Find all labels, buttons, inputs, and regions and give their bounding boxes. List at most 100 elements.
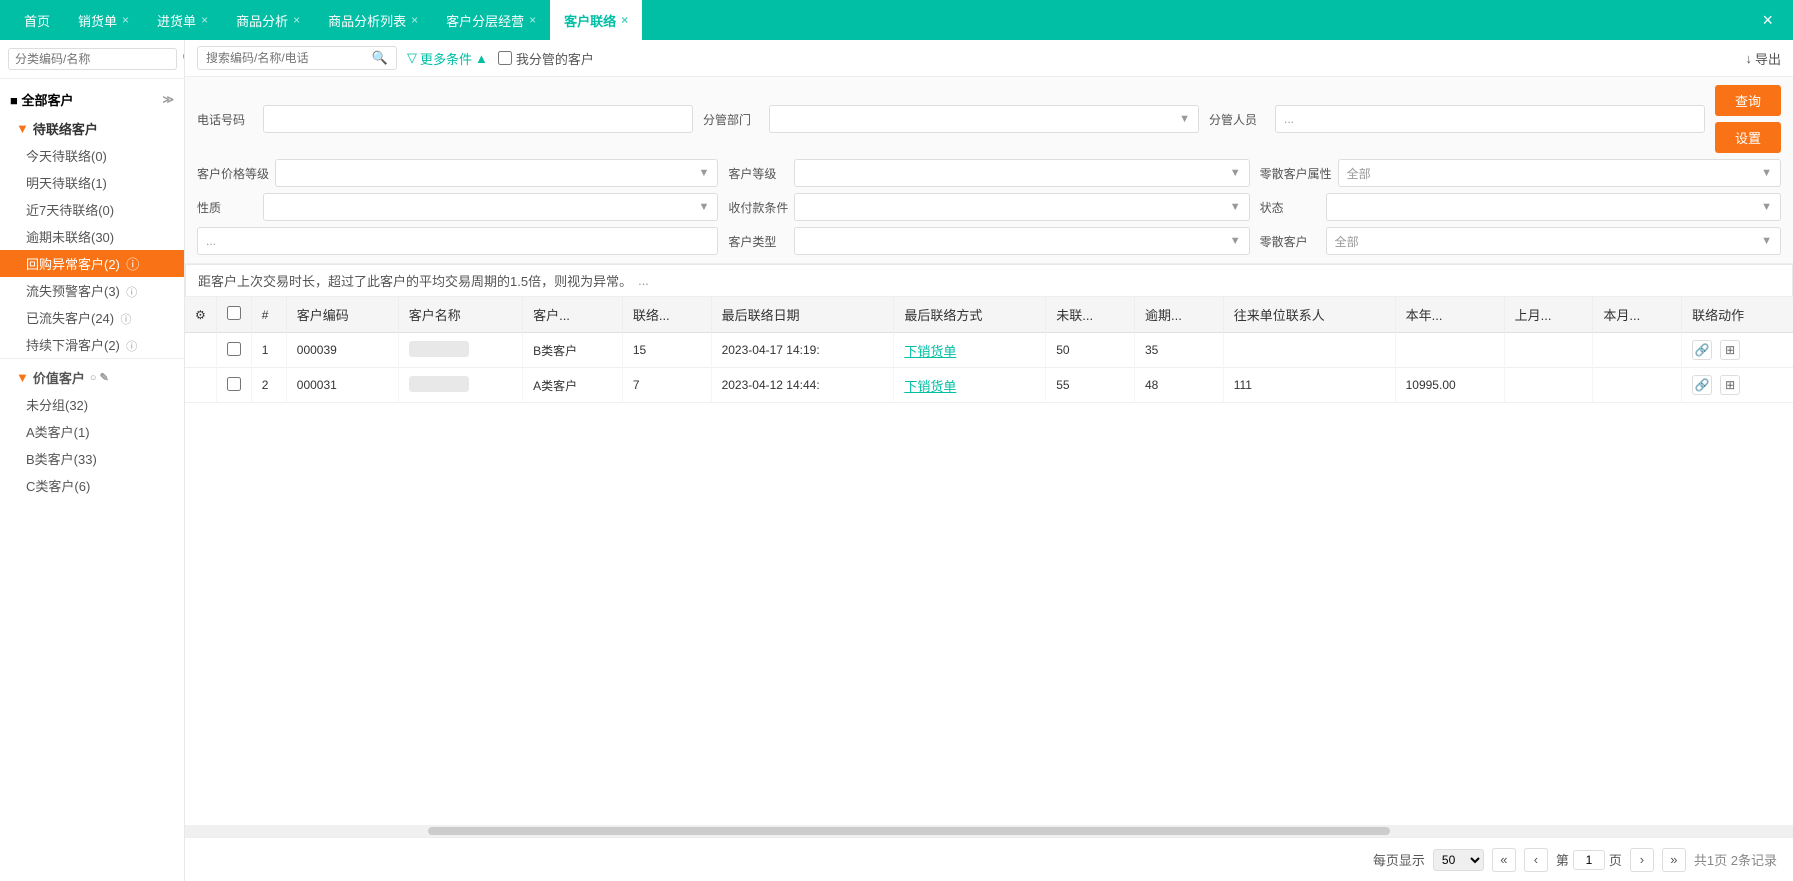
row1-link-icon[interactable]: 🔗 <box>1692 340 1712 360</box>
total-info: 共1页 2条记录 <box>1694 850 1777 869</box>
table-row: 2 000031 A类客户 7 2023-04-12 14:44: 下销货单 5… <box>185 368 1793 403</box>
edit-icon[interactable]: ○ ✎ <box>90 371 109 384</box>
th-this-year: 本年... <box>1395 297 1504 333</box>
sidebar-item-ungrouped[interactable]: 未分组(32) <box>0 391 184 418</box>
row1-select-checkbox[interactable] <box>227 342 241 356</box>
tooltip-more-button[interactable]: ... <box>638 273 649 288</box>
content-area: 🔍 ▽ 更多条件 ▲ 我分管的客户 ↓ 导出 电话号码 <box>185 40 1793 881</box>
chevron-up-icon: ▲ <box>475 51 488 66</box>
sidebar-item-b[interactable]: B类客户(33) <box>0 445 184 472</box>
payment-dropdown[interactable]: ▼ <box>794 193 1249 221</box>
row1-overdue: 35 <box>1134 333 1223 368</box>
sidebar-item-abnormal[interactable]: 回购异常客户(2) ⓘ <box>0 250 184 277</box>
row2-last-method-link[interactable]: 下销货单 <box>904 379 956 394</box>
customer-type-arrow: ▼ <box>1230 235 1241 247</box>
filter-search-input[interactable] <box>206 51 372 65</box>
sidebar-item-lost-warning[interactable]: 流失预警客户(3) ⓘ <box>0 277 184 304</box>
row2-grid-icon[interactable]: ⊞ <box>1720 375 1740 395</box>
close-analysis-list-icon[interactable]: × <box>411 13 418 27</box>
horizontal-scrollbar[interactable] <box>185 825 1793 837</box>
sidebar-item-c[interactable]: C类客户(6) <box>0 472 184 499</box>
filter-more-dots: ... <box>197 227 718 255</box>
table-area[interactable]: ⚙ # 客户编码 客户名称 客户... <box>185 297 1793 825</box>
sidebar-pending-group[interactable]: ▼ 待联络客户 <box>0 115 184 142</box>
manager-input[interactable]: ... <box>1275 105 1705 133</box>
filter-row-3: 性质 ▼ 收付款条件 ▼ 状态 <box>197 193 1781 221</box>
scatter-customer-dropdown[interactable]: 全部 ▼ <box>1326 227 1781 255</box>
filter-search-icon[interactable]: 🔍 <box>372 50 388 66</box>
th-code: 客户编码 <box>286 297 398 333</box>
query-button[interactable]: 查询 <box>1715 85 1781 116</box>
sidebar: 🔍 ■ 全部客户 ≫ ▼ 待联络客户 今天待联络(0) 明天待联络(1) 近7天… <box>0 40 185 881</box>
scrollbar-thumb[interactable] <box>428 827 1390 835</box>
row2-link-icon[interactable]: 🔗 <box>1692 375 1712 395</box>
th-settings[interactable]: ⚙ <box>185 297 216 333</box>
per-page-select[interactable]: 50 20 100 <box>1433 849 1484 871</box>
row1-last-method-link[interactable]: 下销货单 <box>904 344 956 359</box>
row1-grid-icon[interactable]: ⊞ <box>1720 340 1740 360</box>
filter-export-button[interactable]: ↓ 导出 <box>1745 49 1781 68</box>
nature-dropdown[interactable]: ▼ <box>263 193 718 221</box>
tooltip-bar: 距客户上次交易时长，超过了此客户的平均交易周期的1.5倍，则视为异常。 ... <box>185 264 1793 297</box>
sidebar-item-lost[interactable]: 已流失客户(24) ⓘ <box>0 304 184 331</box>
global-close-button[interactable]: × <box>1752 10 1783 31</box>
filter-nature: 性质 ▼ <box>197 193 718 221</box>
nav-customer-tier[interactable]: 客户分层经营 × <box>432 0 550 40</box>
row2-code: 000031 <box>286 368 398 403</box>
close-customer-tier-icon[interactable]: × <box>529 13 536 27</box>
customer-type-dropdown[interactable]: ▼ <box>794 227 1249 255</box>
filter-icon: ▽ <box>407 50 417 66</box>
filter-row-2: 客户价格等级 ▼ 客户等级 ▼ 零散客户属性 全部 <box>197 159 1781 187</box>
sidebar-item-a[interactable]: A类客户(1) <box>0 418 184 445</box>
row2-select-checkbox[interactable] <box>227 377 241 391</box>
more-dots-input[interactable]: ... <box>197 227 718 255</box>
row1-name <box>398 333 522 368</box>
nav-sales[interactable]: 销货单 × <box>64 0 143 40</box>
row2-num: 2 <box>251 368 286 403</box>
table-body: 1 000039 B类客户 15 2023-04-17 14:19: 下销货单 … <box>185 333 1793 403</box>
filter-my-customers: 我分管的客户 <box>498 49 594 68</box>
nav-analysis-list[interactable]: 商品分析列表 × <box>314 0 432 40</box>
sidebar-content: ■ 全部客户 ≫ ▼ 待联络客户 今天待联络(0) 明天待联络(1) 近7天待联… <box>0 79 184 881</box>
scatter-attr-dropdown[interactable]: 全部 ▼ <box>1338 159 1781 187</box>
sidebar-item-tomorrow[interactable]: 明天待联络(1) <box>0 169 184 196</box>
next-page-button[interactable]: › <box>1630 848 1654 872</box>
sidebar-all-customers[interactable]: ■ 全部客户 ≫ <box>0 84 184 115</box>
row2-level: A类客户 <box>523 368 623 403</box>
sidebar-search-input[interactable] <box>8 48 177 70</box>
customer-level-dropdown[interactable]: ▼ <box>794 159 1249 187</box>
price-level-dropdown[interactable]: ▼ <box>275 159 718 187</box>
prev-page-button[interactable]: ‹ <box>1524 848 1548 872</box>
phone-input[interactable] <box>263 105 693 133</box>
select-all-checkbox[interactable] <box>227 306 241 320</box>
sidebar-item-7days[interactable]: 近7天待联络(0) <box>0 196 184 223</box>
nav-home[interactable]: 首页 <box>10 0 64 40</box>
nav-analysis[interactable]: 商品分析 × <box>222 0 314 40</box>
sidebar-item-today[interactable]: 今天待联络(0) <box>0 142 184 169</box>
row1-contact: 15 <box>622 333 711 368</box>
sidebar-value-group-title[interactable]: ▼ 价值客户 ○ ✎ <box>0 364 184 391</box>
my-customers-checkbox[interactable] <box>498 51 512 65</box>
nav-purchase[interactable]: 进货单 × <box>143 0 222 40</box>
th-contact-person: 往来单位联系人 <box>1223 297 1395 333</box>
nav-customer-contact[interactable]: 客户联络 × <box>550 0 642 40</box>
row1-code: 000039 <box>286 333 398 368</box>
close-analysis-icon[interactable]: × <box>293 13 300 27</box>
filter-manager: 分管人员 ... <box>1209 105 1705 133</box>
dept-dropdown[interactable]: ▼ <box>769 105 1199 133</box>
customer-table: ⚙ # 客户编码 客户名称 客户... <box>185 297 1793 403</box>
filter-more-conditions[interactable]: ▽ 更多条件 ▲ <box>407 49 488 68</box>
last-page-button[interactable]: » <box>1662 848 1686 872</box>
row1-level: B类客户 <box>523 333 623 368</box>
status-dropdown[interactable]: ▼ <box>1326 193 1781 221</box>
sidebar-item-overdue[interactable]: 逾期未联络(30) <box>0 223 184 250</box>
close-purchase-icon[interactable]: × <box>201 13 208 27</box>
close-sales-icon[interactable]: × <box>122 13 129 27</box>
first-page-button[interactable]: « <box>1492 848 1516 872</box>
filter-customer-type: 客户类型 ▼ <box>728 227 1249 255</box>
page-number-input[interactable] <box>1573 850 1605 870</box>
advanced-filter: 电话号码 分管部门 ▼ 分管人员 ... 查询 <box>185 77 1793 264</box>
settings-button[interactable]: 设置 <box>1715 122 1781 153</box>
close-customer-contact-icon[interactable]: × <box>621 13 628 27</box>
sidebar-item-declining[interactable]: 持续下滑客户(2) ⓘ <box>0 331 184 358</box>
